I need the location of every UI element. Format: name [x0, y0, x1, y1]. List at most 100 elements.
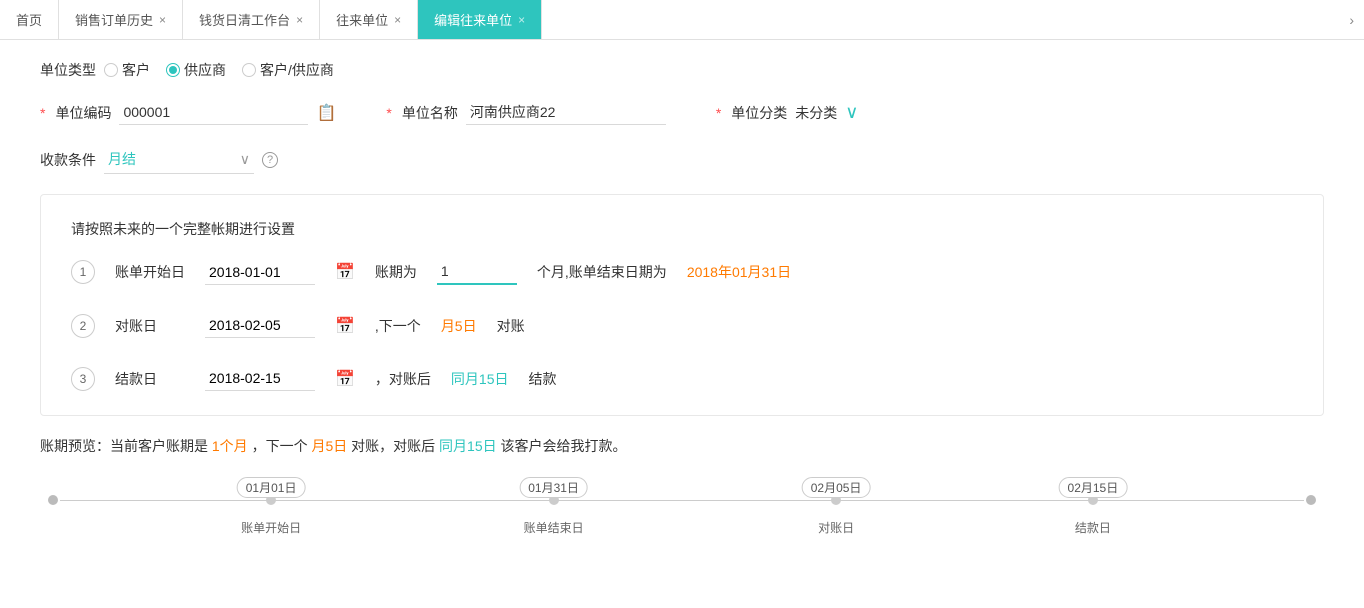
step-1-period-end: 2018年01月31日 [687, 262, 791, 282]
step-3-label: 结款日 [115, 369, 185, 389]
unit-details-row: * 单位编码 📋 * 单位名称 * 单位分类 未分类 ∨ [40, 100, 1324, 125]
tab-cash-work-label: 钱货日清工作台 [199, 10, 290, 29]
unit-code-star: * [40, 105, 45, 121]
section-title: 请按照未来的一个完整帐期进行设置 [71, 219, 1293, 239]
tab-more-button[interactable]: › [1339, 0, 1364, 39]
timeline-label-3: 对账日 [818, 519, 854, 536]
unit-code-item: * 单位编码 📋 [40, 100, 336, 125]
step-3-date[interactable] [205, 366, 315, 391]
timeline-label-1: 账单开始日 [241, 519, 301, 536]
unit-category-star: * [716, 105, 721, 121]
tab-partner-units[interactable]: 往来单位 × [320, 0, 418, 39]
tab-cash-work-close[interactable]: × [296, 13, 303, 27]
unit-type-item: 单位类型 客户 供应商 客户/供应商 [40, 60, 334, 80]
step-3-desc-prefix: ，对账后 [375, 369, 431, 389]
payment-value: 月结 [108, 149, 232, 169]
radio-supplier[interactable]: 供应商 [166, 60, 226, 80]
step-2-cal-icon[interactable]: 📅 [335, 316, 355, 336]
step-3-desc-suffix: 结款 [529, 369, 557, 389]
tab-sales-history-label: 销售订单历史 [75, 10, 153, 29]
tab-edit-partner-close[interactable]: × [518, 13, 525, 27]
unit-category-item: * 单位分类 未分类 ∨ [716, 102, 995, 123]
timeline-badge-1: 01月01日 [237, 477, 306, 498]
tab-home[interactable]: 首页 [0, 0, 59, 39]
step-1-row: 1 账单开始日 📅 账期为 个月,账单结束日期为 2018年01月31日 [71, 259, 1293, 285]
unit-code-input[interactable] [119, 100, 308, 125]
timeline-right-end [1306, 495, 1316, 505]
radio-both-circle [242, 63, 256, 77]
step-1-period-suffix: 个月,账单结束日期为 [537, 262, 667, 282]
payment-item: 收款条件 月结 ∨ ? [40, 145, 278, 174]
step-2-desc-suffix: 对账 [497, 316, 525, 336]
step-3-row: 3 结款日 📅 ，对账后 同月15日 结款 [71, 366, 1293, 391]
preview-text: 账期预览：当前客户账期是 1个月 ，下一个 月5日 对账，对账后 同月15日 该… [40, 436, 1324, 456]
timeline-label-2: 账单结束日 [524, 519, 584, 536]
step-2-row: 2 对账日 📅 ,下一个 月5日 对账 [71, 313, 1293, 338]
radio-supplier-circle [166, 63, 180, 77]
timeline-left-end [48, 495, 58, 505]
step-1-label: 账单开始日 [115, 262, 185, 282]
radio-customer-circle [104, 63, 118, 77]
timeline-label-4: 结款日 [1075, 519, 1111, 536]
tab-sales-history-close[interactable]: × [159, 13, 166, 27]
timeline-point-3: 02月05日 对账日 [818, 495, 854, 536]
preview-middle1: ，下一个 [252, 438, 308, 454]
timeline: 01月01日 账单开始日 01月31日 账单结束日 02月05日 对账日 02月… [40, 480, 1324, 560]
period-section: 请按照未来的一个完整帐期进行设置 1 账单开始日 📅 账期为 个月,账单结束日期… [40, 194, 1324, 416]
step-3-highlight: 同月15日 [451, 369, 509, 389]
timeline-point-4: 02月15日 结款日 [1075, 495, 1111, 536]
step-2-desc-prefix: ,下一个 [375, 316, 421, 336]
unit-code-label: 单位编码 [55, 103, 111, 123]
radio-both[interactable]: 客户/供应商 [242, 60, 334, 80]
preview-part1: 1个月 [212, 438, 248, 454]
tab-home-label: 首页 [16, 10, 42, 29]
step-2-num: 2 [71, 314, 95, 338]
tab-edit-partner-label: 编辑往来单位 [434, 10, 512, 29]
step-3-cal-icon[interactable]: 📅 [335, 369, 355, 389]
step-3-num: 3 [71, 367, 95, 391]
preview-suffix: 该客户会给我打款。 [501, 438, 627, 454]
unit-code-icon[interactable]: 📋 [316, 103, 336, 123]
preview-prefix: 账期预览：当前客户账期是 [40, 438, 208, 454]
step-2-label: 对账日 [115, 316, 185, 336]
tab-cash-work[interactable]: 钱货日清工作台 × [183, 0, 320, 39]
unit-name-input[interactable] [466, 100, 666, 125]
unit-name-label: 单位名称 [402, 103, 458, 123]
unit-category-select[interactable]: 未分类 ∨ [795, 102, 995, 123]
category-down-icon: ∨ [845, 102, 858, 123]
payment-help-icon[interactable]: ? [262, 152, 278, 168]
timeline-point-2: 01月31日 账单结束日 [524, 495, 584, 536]
preview-part3: 同月15日 [439, 438, 497, 454]
radio-customer[interactable]: 客户 [104, 60, 150, 80]
unit-category-value: 未分类 [795, 103, 837, 123]
preview-middle2: 对账，对账后 [351, 438, 435, 454]
tab-sales-history[interactable]: 销售订单历史 × [59, 0, 183, 39]
tab-partner-units-close[interactable]: × [394, 13, 401, 27]
radio-both-label: 客户/供应商 [260, 60, 334, 80]
step-1-cal-icon[interactable]: 📅 [335, 262, 355, 282]
radio-group: 客户 供应商 客户/供应商 [104, 60, 334, 80]
payment-row: 收款条件 月结 ∨ ? [40, 145, 1324, 174]
tabs-bar: 首页 销售订单历史 × 钱货日清工作台 × 往来单位 × 编辑往来单位 × › [0, 0, 1364, 40]
unit-type-label: 单位类型 [40, 60, 96, 80]
radio-supplier-label: 供应商 [184, 60, 226, 80]
step-1-period-value[interactable] [437, 259, 517, 285]
step-2-highlight: 月5日 [441, 316, 477, 336]
step-2-date[interactable] [205, 313, 315, 338]
payment-dropdown[interactable]: 月结 ∨ [104, 145, 254, 174]
timeline-badge-4: 02月15日 [1059, 477, 1128, 498]
tab-partner-units-label: 往来单位 [336, 10, 388, 29]
tab-edit-partner[interactable]: 编辑往来单位 × [418, 0, 542, 39]
step-1-period-prefix: 账期为 [375, 262, 417, 282]
payment-arrow-icon: ∨ [240, 151, 250, 168]
payment-label: 收款条件 [40, 150, 96, 170]
step-1-date[interactable] [205, 260, 315, 285]
step-1-num: 1 [71, 260, 95, 284]
radio-customer-label: 客户 [122, 60, 150, 80]
page-content: 单位类型 客户 供应商 客户/供应商 * 单位编码 [0, 40, 1364, 608]
timeline-badge-2: 01月31日 [519, 477, 588, 498]
unit-name-star: * [386, 105, 391, 121]
timeline-point-1: 01月01日 账单开始日 [241, 495, 301, 536]
timeline-badge-3: 02月05日 [802, 477, 871, 498]
preview-part2: 月5日 [311, 438, 347, 454]
